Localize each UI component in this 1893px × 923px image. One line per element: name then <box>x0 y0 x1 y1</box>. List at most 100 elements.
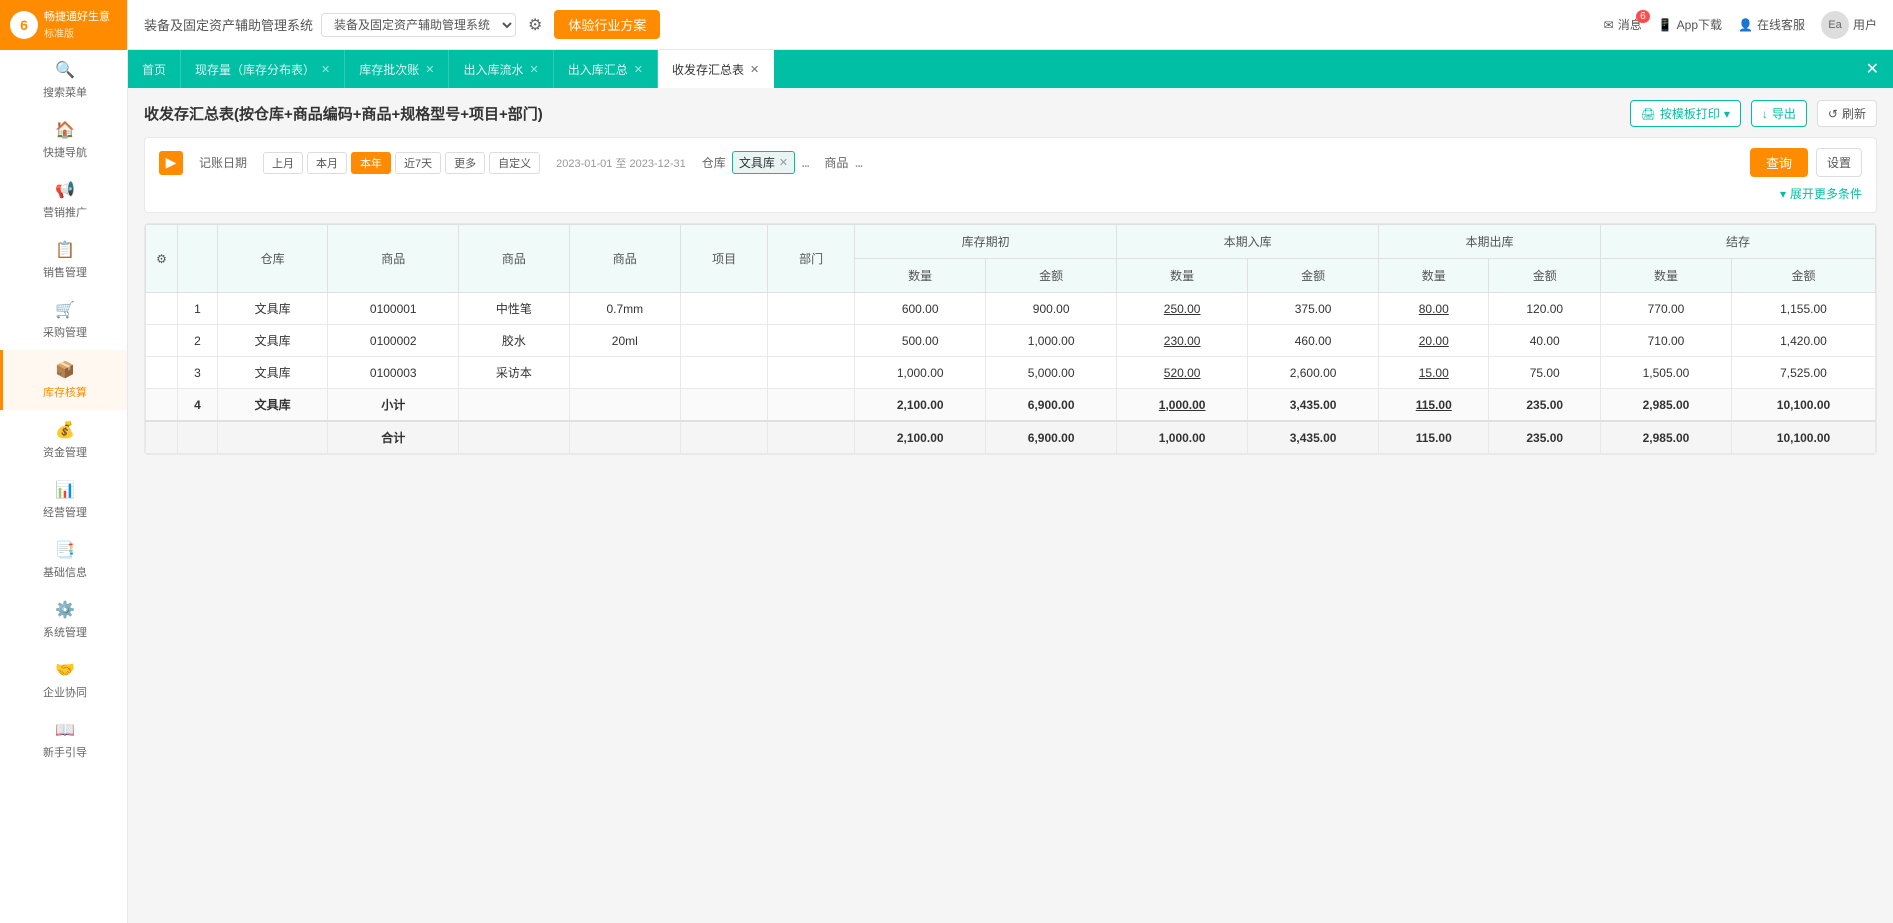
date-btn-7days[interactable]: 近7天 <box>395 152 441 174</box>
user-area[interactable]: Ea 用户 <box>1821 11 1877 39</box>
sidebar-item-quicknav[interactable]: 🏠 快捷导航 <box>0 110 127 170</box>
sidebar-item-guide[interactable]: 📖 新手引导 <box>0 710 127 770</box>
export-btn[interactable]: ↓ 导出 <box>1751 100 1807 127</box>
tab-home-label: 首页 <box>142 61 166 78</box>
tab-inout-flow-close[interactable]: ✕ <box>530 63 539 76</box>
total-opening-qty: 2,100.00 <box>855 421 986 454</box>
window-close-icon[interactable]: ✕ <box>1852 59 1893 79</box>
row3-goods-name: 采访本 <box>459 357 569 389</box>
date-btns: 上月 本月 本年 近7天 更多 自定义 <box>263 152 540 174</box>
sidebar-item-search[interactable]: 🔍 搜索菜单 <box>0 50 127 110</box>
th-project: 项目 <box>681 225 768 293</box>
row3-in-qty[interactable]: 520.00 <box>1117 357 1248 389</box>
subtotal-out-amt: 235.00 <box>1489 389 1601 422</box>
sidebar-item-finance[interactable]: 💰 资金管理 <box>0 410 127 470</box>
print-btn[interactable]: 🖨 按模板打印 ▾ <box>1630 100 1741 127</box>
tab-batch[interactable]: 库存批次账 ✕ <box>345 50 449 88</box>
tab-home[interactable]: 首页 <box>128 50 181 88</box>
date-btn-more[interactable]: 更多 <box>445 152 485 174</box>
page-title: 收发存汇总表(按仓库+商品编码+商品+规格型号+项目+部门) <box>144 103 543 124</box>
try-btn[interactable]: 体验行业方案 <box>554 10 660 39</box>
row1-check <box>146 293 178 325</box>
total-balance-qty: 2,985.00 <box>1601 421 1732 454</box>
row3-in-amt: 2,600.00 <box>1248 357 1379 389</box>
export-label: 导出 <box>1772 105 1796 122</box>
th-balance-qty: 数量 <box>1601 259 1732 293</box>
settings-icon[interactable]: ⚙ <box>528 15 542 35</box>
th-settings[interactable]: ⚙ <box>146 225 178 293</box>
tab-receive-summary[interactable]: 收发存汇总表 ✕ <box>658 50 774 88</box>
subtotal-in-qty[interactable]: 1,000.00 <box>1117 389 1248 422</box>
th-out-group: 本期出库 <box>1379 225 1601 259</box>
operations-icon: 📊 <box>55 480 75 500</box>
row3-out-qty[interactable]: 15.00 <box>1379 357 1489 389</box>
sidebar-item-marketing[interactable]: 📢 营销推广 <box>0 170 127 230</box>
subtotal-out-qty[interactable]: 115.00 <box>1379 389 1489 422</box>
warehouse-tag-text: 文具库 <box>739 154 775 171</box>
settings-small-btn[interactable]: 设置 <box>1816 148 1862 177</box>
row3-balance-qty: 1,505.00 <box>1601 357 1732 389</box>
sidebar-item-sales[interactable]: 📋 销售管理 <box>0 230 127 290</box>
print-label: 按模板打印 <box>1660 105 1720 122</box>
sidebar-item-operations[interactable]: 📊 经营管理 <box>0 470 127 530</box>
refresh-btn[interactable]: ↺ 刷新 <box>1817 100 1877 127</box>
date-btn-custom[interactable]: 自定义 <box>489 152 540 174</box>
date-btn-this-month[interactable]: 本月 <box>307 152 347 174</box>
sidebar-item-system[interactable]: ⚙️ 系统管理 <box>0 590 127 650</box>
message-badge: 6 <box>1636 10 1650 23</box>
sidebar-item-basicinfo[interactable]: 📑 基础信息 <box>0 530 127 590</box>
tab-receive-summary-close[interactable]: ✕ <box>750 63 759 76</box>
th-balance-amt: 金额 <box>1731 259 1875 293</box>
row2-warehouse: 文具库 <box>218 325 328 357</box>
table-subtotal-row: 4 文具库 小计 2,100.00 6,900.00 1,000.00 3,43… <box>146 389 1876 422</box>
row2-in-qty[interactable]: 230.00 <box>1117 325 1248 357</box>
search-btn[interactable]: 查询 <box>1750 148 1808 177</box>
date-range-text: 2023-01-01 至 2023-12-31 <box>556 155 686 171</box>
total-label: 合计 <box>328 421 459 454</box>
warehouse-tag-close[interactable]: ✕ <box>779 156 788 169</box>
tab-stock-dist-close[interactable]: ✕ <box>321 63 330 76</box>
tab-stock-dist[interactable]: 现存量（库存分布表） ✕ <box>181 50 345 88</box>
topbar-right: ✉ 消息 6 📱 App下载 👤 在线客服 Ea 用户 <box>1604 11 1877 39</box>
total-balance-amt: 10,100.00 <box>1731 421 1875 454</box>
row1-in-qty[interactable]: 250.00 <box>1117 293 1248 325</box>
row1-out-qty[interactable]: 80.00 <box>1379 293 1489 325</box>
th-num <box>178 225 218 293</box>
search-icon: 🔍 <box>55 60 75 80</box>
row3-project <box>681 357 768 389</box>
data-table-container: ⚙ 仓库 商品 商品 商品 项目 部门 库存期初 本期入库 本期出库 结存 <box>144 223 1877 455</box>
message-icon: ✉ <box>1604 18 1614 32</box>
system-icon: ⚙️ <box>55 600 75 620</box>
tab-batch-close[interactable]: ✕ <box>425 63 434 76</box>
message-btn[interactable]: ✉ 消息 6 <box>1604 16 1642 33</box>
sidebar: 6 畅捷通好生意 标准版 🔍 搜索菜单 🏠 快捷导航 📢 营销推广 📋 销售管理… <box>0 0 128 923</box>
app-download-btn[interactable]: 📱 App下载 <box>1658 16 1722 33</box>
sidebar-item-cooperation[interactable]: 🤝 企业协同 <box>0 650 127 710</box>
date-btn-last-month[interactable]: 上月 <box>263 152 303 174</box>
sidebar-item-purchase[interactable]: 🛒 采购管理 <box>0 290 127 350</box>
subtotal-empty2 <box>569 389 681 422</box>
page-actions: 🖨 按模板打印 ▾ ↓ 导出 ↺ 刷新 <box>1630 100 1877 127</box>
th-in-qty: 数量 <box>1117 259 1248 293</box>
tab-inout-summary-close[interactable]: ✕ <box>634 63 643 76</box>
sidebar-item-inventory[interactable]: 📦 库存核算 <box>0 350 127 410</box>
marketing-icon: 📢 <box>55 180 75 200</box>
system-select[interactable]: 装备及固定资产辅助管理系统 <box>321 13 516 37</box>
chevron-down-icon: ▾ <box>1780 187 1786 201</box>
warehouse-tag[interactable]: 文具库 ✕ <box>732 151 795 174</box>
date-btn-this-year[interactable]: 本年 <box>351 152 391 174</box>
sales-icon: 📋 <box>55 240 75 260</box>
online-service-btn[interactable]: 👤 在线客服 <box>1738 16 1805 33</box>
avatar: Ea <box>1821 11 1849 39</box>
tabbar: 首页 现存量（库存分布表） ✕ 库存批次账 ✕ 出入库流水 ✕ 出入库汇总 ✕ … <box>128 50 1893 88</box>
filter-expand-btn[interactable]: ▾ 展开更多条件 <box>1780 185 1862 202</box>
filter-toggle-btn[interactable]: ▶ <box>159 151 183 175</box>
row2-out-qty[interactable]: 20.00 <box>1379 325 1489 357</box>
sidebar-logo: 6 畅捷通好生意 标准版 <box>0 0 127 50</box>
tab-inout-summary[interactable]: 出入库汇总 ✕ <box>554 50 658 88</box>
warehouse-dots[interactable]: ... <box>801 154 808 172</box>
tab-batch-label: 库存批次账 <box>359 61 419 78</box>
row1-goods-spec: 0.7mm <box>569 293 681 325</box>
goods-dots[interactable]: ... <box>854 154 861 172</box>
tab-inout-flow[interactable]: 出入库流水 ✕ <box>449 50 553 88</box>
